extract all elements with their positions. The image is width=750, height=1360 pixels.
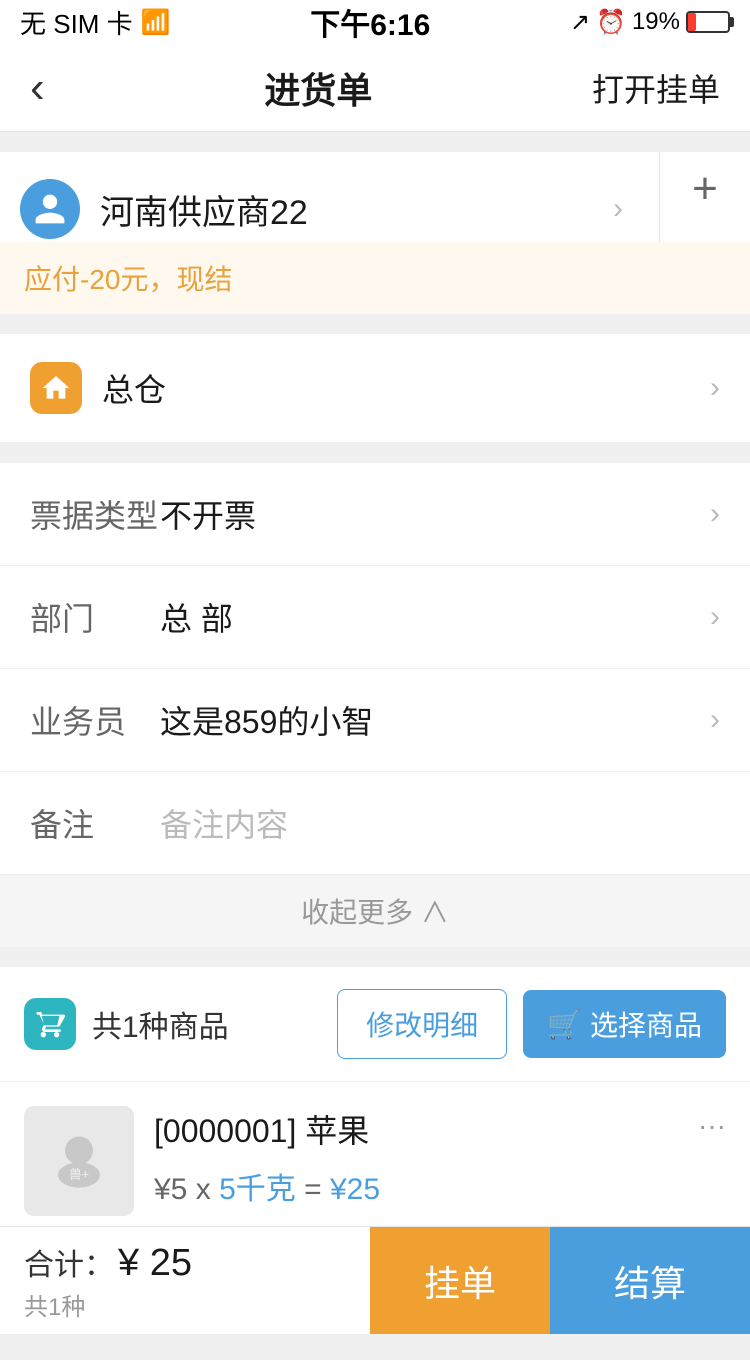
product-icon-container — [24, 998, 76, 1050]
invoice-type-value: 不开票 — [160, 491, 710, 537]
salesperson-chevron-icon: › — [710, 703, 720, 737]
salesperson-value: 这是859的小智 — [160, 697, 710, 743]
product-item: 兽+ [0000001] 苹果 ¥5 x 5千克 = ¥25 ··· — [0, 1081, 750, 1240]
back-button[interactable]: ‹ — [30, 66, 45, 110]
battery-icon — [686, 11, 730, 33]
alarm-icon: ⏰ — [596, 8, 626, 37]
checkout-button[interactable]: 结算 — [550, 1227, 750, 1334]
page-title: 进货单 — [264, 62, 372, 114]
total-sub-label: 共1种 — [24, 1287, 346, 1322]
bottom-bar: 合计： ¥ 25 共1种 挂单 结算 — [0, 1226, 750, 1334]
supplier-name: 河南供应商22 — [100, 185, 613, 234]
warehouse-chevron-icon: › — [710, 371, 720, 405]
collapse-label: 收起更多 ∧ — [301, 891, 449, 931]
product-count-label: 共1种商品 — [92, 1002, 321, 1046]
status-right: ↗ ⏰ 19% — [570, 8, 730, 37]
gap-2 — [0, 314, 750, 334]
department-chevron-icon: › — [710, 600, 720, 634]
price-equals: = — [304, 1173, 330, 1206]
product-name: [0000001] 苹果 — [154, 1106, 646, 1152]
open-pending-button[interactable]: 打开挂单 — [592, 65, 720, 111]
product-price: ¥5 x 5千克 = ¥25 — [154, 1164, 646, 1208]
total-amount: ¥ 25 — [118, 1242, 192, 1285]
select-product-button[interactable]: 🛒 选择商品 — [523, 990, 726, 1058]
collapse-bar[interactable]: 收起更多 ∧ — [0, 875, 750, 947]
wifi-icon: 📶 — [141, 8, 171, 37]
status-bar: 无 SIM 卡 📶 下午6:16 ↗ ⏰ 19% — [0, 0, 750, 44]
price-qty: 5千克 — [219, 1173, 296, 1206]
hang-order-button[interactable]: 挂单 — [370, 1227, 550, 1334]
notice-bar: 应付-20元，现结 — [0, 242, 750, 314]
invoice-type-row[interactable]: 票据类型 不开票 › — [0, 463, 750, 566]
remark-row[interactable]: 备注 备注内容 — [0, 772, 750, 875]
total-label: 合计： — [24, 1240, 114, 1284]
supplier-section: 河南供应商22 › + — [0, 152, 750, 242]
salesperson-row[interactable]: 业务员 这是859的小智 › — [0, 669, 750, 772]
gap-3 — [0, 443, 750, 463]
add-supplier-button[interactable]: + — [660, 152, 750, 242]
department-label: 部门 — [30, 594, 160, 640]
supplier-selector[interactable]: 河南供应商22 › — [0, 152, 660, 242]
price-total: ¥25 — [330, 1173, 380, 1206]
remark-label: 备注 — [30, 800, 160, 846]
product-title: 苹果 — [305, 1113, 369, 1149]
status-left: 无 SIM 卡 📶 — [20, 4, 171, 41]
product-more-button[interactable]: ··· — [666, 1106, 726, 1142]
price-multiply: x — [196, 1173, 219, 1206]
supplier-chevron-icon: › — [613, 192, 623, 226]
battery-percent: 19% — [632, 8, 680, 36]
remark-input[interactable]: 备注内容 — [160, 800, 720, 846]
warehouse-name: 总仓 — [102, 365, 710, 411]
warehouse-icon — [40, 372, 72, 404]
carrier-label: 无 SIM 卡 — [20, 4, 133, 41]
person-icon — [32, 191, 68, 227]
department-row[interactable]: 部门 总 部 › — [0, 566, 750, 669]
salesperson-label: 业务员 — [30, 697, 160, 743]
price-unit: ¥5 — [154, 1173, 187, 1206]
product-thumbnail: 兽+ — [24, 1106, 134, 1216]
invoice-type-label: 票据类型 — [30, 491, 160, 537]
location-icon: ↗ — [570, 8, 590, 37]
shopping-icon — [34, 1008, 66, 1040]
gap-1 — [0, 132, 750, 152]
svg-text:兽+: 兽+ — [69, 1168, 89, 1182]
product-code: [0000001] — [154, 1113, 296, 1149]
select-cart-icon: 🛒 — [547, 1008, 582, 1041]
modify-detail-button[interactable]: 修改明细 — [337, 989, 507, 1059]
warehouse-icon-container — [30, 362, 82, 414]
invoice-chevron-icon: › — [710, 497, 720, 531]
nav-bar: ‹ 进货单 打开挂单 — [0, 44, 750, 132]
total-area: 合计： ¥ 25 共1种 — [0, 1227, 370, 1334]
product-thumb-icon: 兽+ — [44, 1126, 114, 1196]
product-header: 共1种商品 修改明细 🛒 选择商品 — [0, 967, 750, 1081]
select-product-label: 选择商品 — [590, 1004, 702, 1044]
warehouse-row[interactable]: 总仓 › — [0, 334, 750, 443]
product-info: [0000001] 苹果 ¥5 x 5千克 = ¥25 — [154, 1106, 646, 1208]
status-time: 下午6:16 — [310, 0, 430, 44]
supplier-avatar — [20, 179, 80, 239]
department-value: 总 部 — [160, 594, 710, 640]
gap-4 — [0, 947, 750, 967]
